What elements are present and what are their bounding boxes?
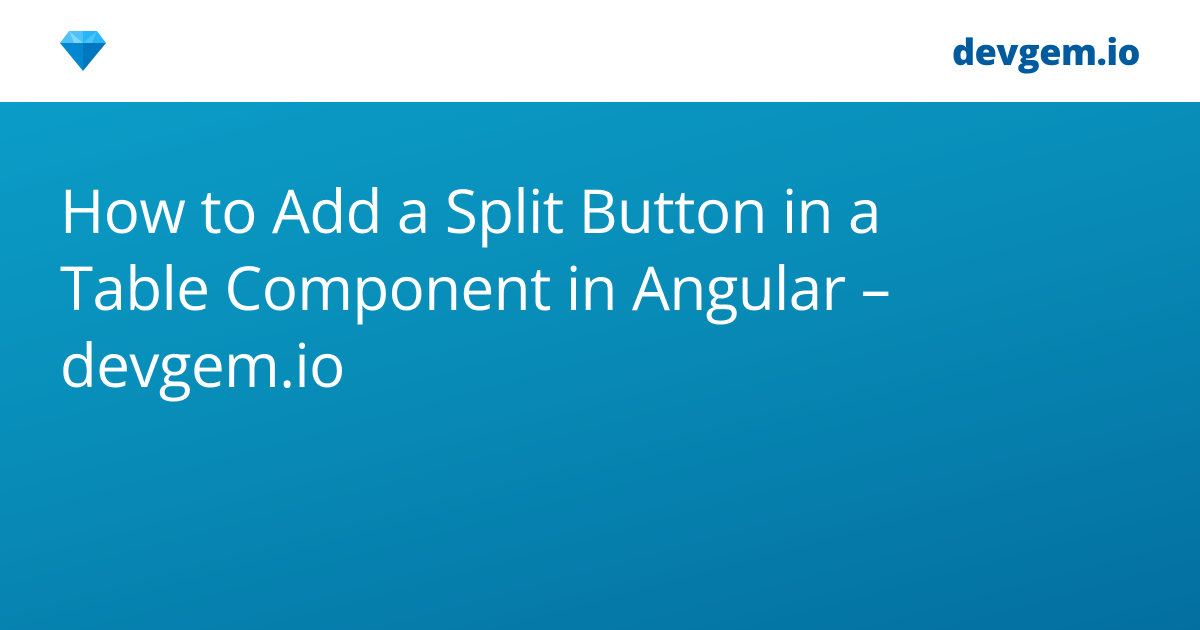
page-title: How to Add a Split Button in a Table Com… <box>60 172 980 402</box>
gem-icon <box>60 31 106 71</box>
gem-logo-icon <box>60 28 106 74</box>
header: devgem.io <box>0 0 1200 102</box>
hero-section: How to Add a Split Button in a Table Com… <box>0 102 1200 630</box>
brand-text: devgem.io <box>952 27 1140 76</box>
